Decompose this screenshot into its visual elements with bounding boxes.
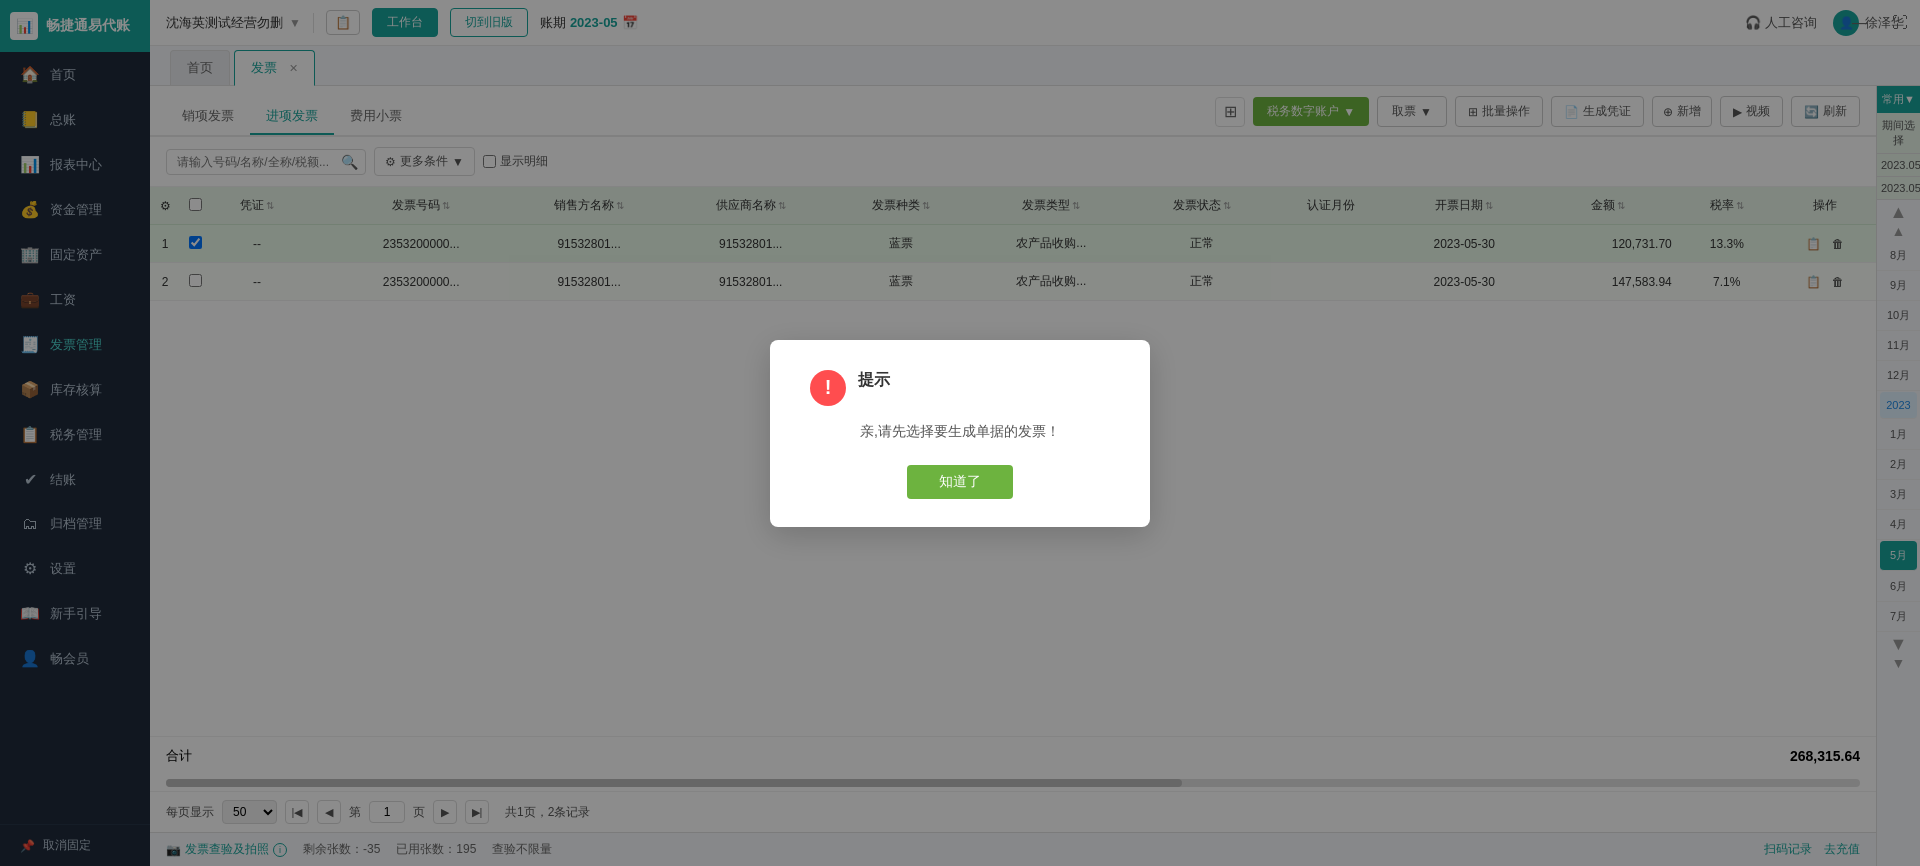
modal-confirm-btn[interactable]: 知道了 xyxy=(907,465,1013,499)
modal-message: 亲,请先选择要生成单据的发票！ xyxy=(810,423,1110,441)
modal-title: 提示 xyxy=(858,370,890,391)
modal-overlay: ! 提示 亲,请先选择要生成单据的发票！ 知道了 xyxy=(0,0,1920,866)
warning-icon: ! xyxy=(810,370,846,406)
modal-dialog: ! 提示 亲,请先选择要生成单据的发票！ 知道了 xyxy=(770,340,1150,527)
